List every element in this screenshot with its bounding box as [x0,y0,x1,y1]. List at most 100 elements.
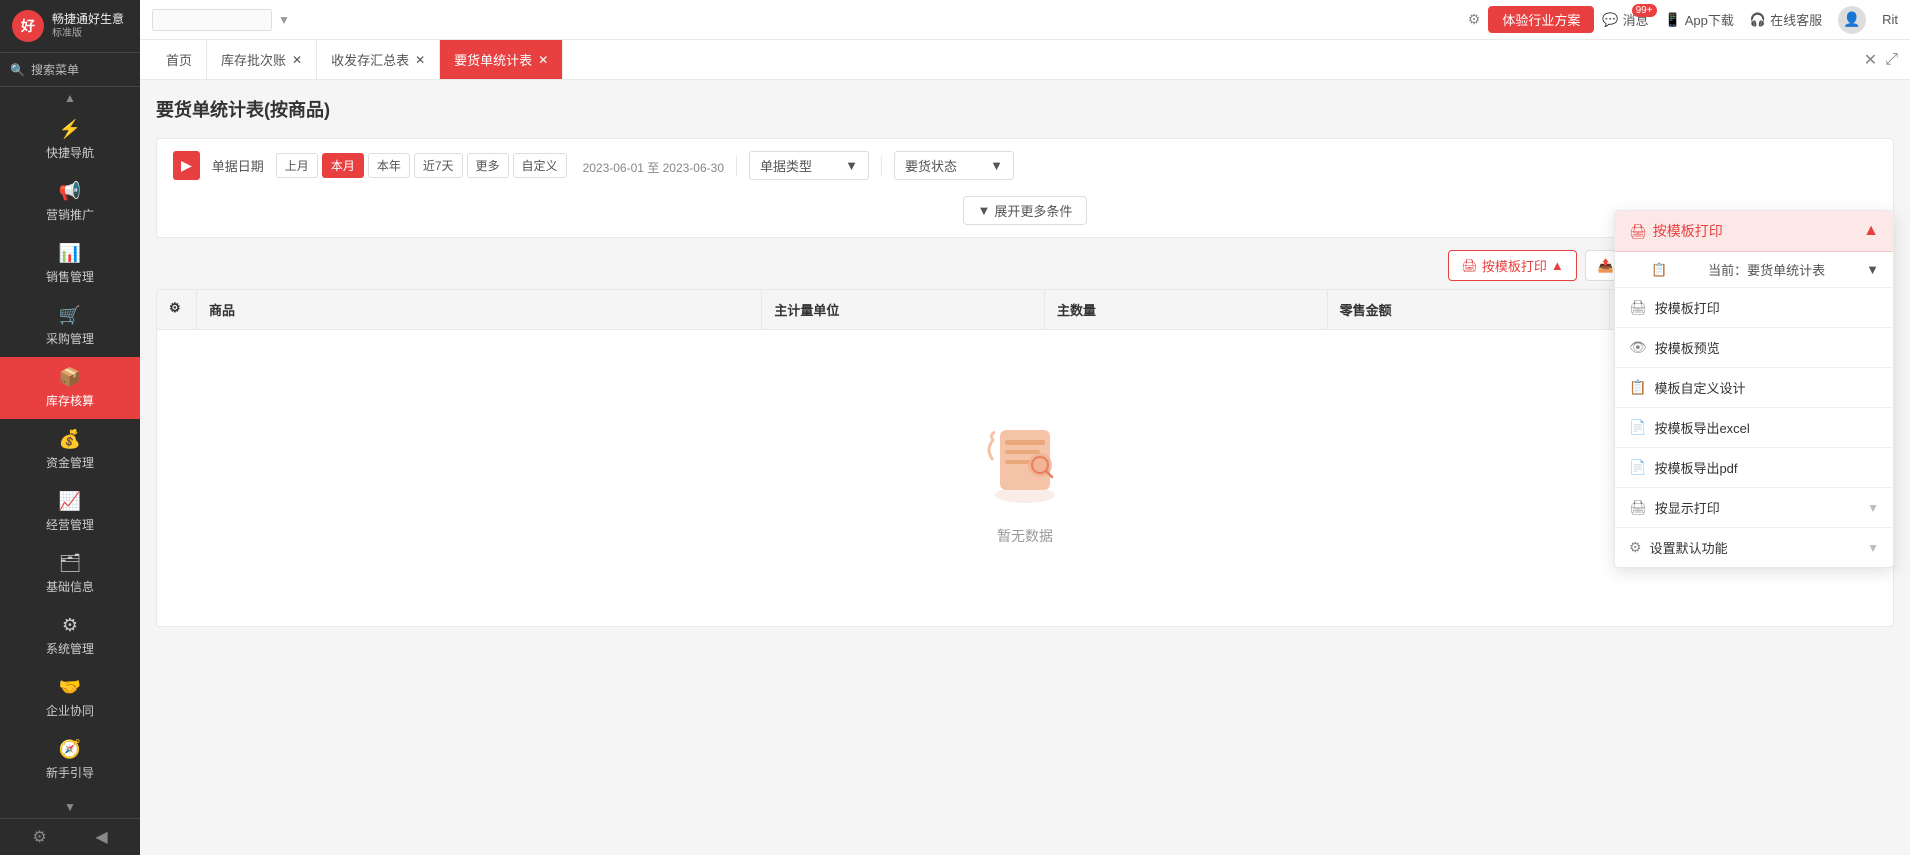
print-dropdown-panel: 🖨 按模板打印 ▲ 📋 当前：要货单统计表 ▼ 🖨 按模板打印 👁 [1614,210,1894,568]
message-icon: 💬 [1602,12,1618,28]
nav-icon-purchase: 🛒 [59,305,81,326]
print-dropdown-header: 🖨 按模板打印 ▲ [1615,211,1893,252]
sidebar-item-purchase[interactable]: 🛒采购管理 [0,295,140,357]
print-dropdown-close-btn[interactable]: ▲ [1863,222,1879,240]
sidebar: 好 畅捷通好生意 标准版 🔍 搜索菜单 ▲ ⚡快捷导航📢营销推广📊销售管理🛒采购… [0,0,140,855]
sidebar-item-finance[interactable]: 💰资金管理 [0,419,140,481]
print-item-icon-4: 📄 [1629,419,1646,436]
print-item-icon-2: 👁 [1629,339,1647,356]
breadcrumb-input[interactable] [152,9,272,31]
online-service-item[interactable]: 🎧 在线客服 [1750,10,1822,29]
sidebar-item-collab[interactable]: 🤝企业协同 [0,667,140,729]
nav-icon-marketing: 📢 [59,181,81,202]
col-retail-amount: 零售金额 [1328,290,1611,329]
set-default-arrow: ▼ [1867,541,1879,555]
settings-footer-icon[interactable]: ⚙ [32,827,46,847]
date-btn-more[interactable]: 更多 [467,153,509,178]
print-template-design-item[interactable]: 📋 模板自定义设计 [1615,368,1893,408]
sidebar-item-shortcut[interactable]: ⚡快捷导航 [0,109,140,171]
nav-icon-shortcut: ⚡ [59,119,81,140]
topbar-gear-icon[interactable]: ⚙ [1468,11,1481,28]
tab-batch[interactable]: 库存批次账 ✕ [207,40,317,79]
print-template-preview-item[interactable]: 👁 按模板预览 [1615,328,1893,368]
print-item-icon-1: 🖨 [1629,299,1647,316]
date-btn-7days[interactable]: 近7天 [414,153,463,178]
date-label: 单据日期 [212,156,264,175]
print-icon: 🖨 [1461,258,1478,274]
sidebar-item-inventory[interactable]: 📦库存核算 [0,357,140,419]
date-btn-this-year[interactable]: 本年 [368,153,410,178]
bill-type-select[interactable]: 单据类型 ▼ [749,151,869,180]
collapse-icon[interactable]: ◀ [95,827,107,847]
filter-row: ▶ 单据日期 上月 本月 本年 近7天 更多 自定义 2023-06-01 至 … [173,151,1877,180]
print-button[interactable]: 🖨 按模板打印 ▲ [1448,250,1576,281]
col-settings[interactable]: ⚙ [157,290,197,329]
bill-type-dropdown-icon: ▼ [845,158,858,173]
print-item-icon-7: ⚙ [1629,539,1642,556]
print-template-print-item[interactable]: 🖨 按模板打印 [1615,288,1893,328]
expand-more-btn[interactable]: ▼ 展开更多条件 [963,196,1088,225]
sidebar-scroll-down[interactable]: ▼ [0,796,140,818]
tabs-right-controls: ✕ ⤢ [1864,50,1898,70]
page-content: 要货单统计表(按商品) ▶ 单据日期 上月 本月 本年 近7天 更多 自定义 2… [140,80,1910,855]
col-unit: 主计量单位 [762,290,1045,329]
avatar[interactable]: 👤 [1838,6,1866,34]
expand-icon: ▼ [978,203,991,218]
print-dropdown-title: 🖨 按模板打印 [1629,221,1723,241]
print-set-default-item[interactable]: ⚙ 设置默认功能 ▼ [1615,528,1893,567]
order-status-dropdown-icon: ▼ [990,158,1003,173]
print-display-print-item[interactable]: 🖨 按显示打印 ▼ [1615,488,1893,528]
username: Rit [1882,12,1898,27]
nav-icon-system: ⚙ [62,615,78,636]
print-dropdown-title-icon: 🖨 [1629,223,1647,240]
sidebar-search[interactable]: 🔍 搜索菜单 [0,53,140,87]
sidebar-item-system[interactable]: ⚙系统管理 [0,605,140,667]
sidebar-item-guide[interactable]: 🧭新手引导 [0,729,140,791]
print-current-template[interactable]: 📋 当前：要货单统计表 ▼ [1615,252,1893,288]
date-btn-this-month[interactable]: 本月 [322,153,364,178]
tab-order-stats[interactable]: 要货单统计表 ✕ [440,40,563,79]
topbar-right: 💬 消息 99+ 📱 App下载 🎧 在线客服 👤 Rit [1602,6,1898,34]
tab-expand-icon[interactable]: ⤢ [1885,51,1898,69]
message-badge: 99+ [1632,4,1657,17]
sidebar-nav: ⚡快捷导航📢营销推广📊销售管理🛒采购管理📦库存核算💰资金管理📈经营管理🗂基础信息… [0,109,140,796]
nav-icon-guide: 🧭 [59,739,81,760]
print-template-export-excel-item[interactable]: 📄 按模板导出excel [1615,408,1893,448]
search-icon: 🔍 [10,63,25,77]
display-print-arrow: ▼ [1867,501,1879,515]
messages-item[interactable]: 💬 消息 99+ [1602,10,1648,29]
sidebar-item-operation[interactable]: 📈经营管理 [0,481,140,543]
sidebar-footer: ⚙ ◀ [0,818,140,855]
search-menu-button[interactable]: 🔍 搜索菜单 [10,61,130,78]
tab-close-all-icon[interactable]: ✕ [1864,50,1877,70]
date-buttons: 上月 本月 本年 近7天 更多 自定义 [276,153,567,178]
app-download-icon: 📱 [1665,12,1681,28]
main-area: ▼ ⚙ 体验行业方案 💬 消息 99+ 📱 App下载 🎧 在线客服 👤 Rit… [140,0,1910,855]
print-template-export-pdf-item[interactable]: 📄 按模板导出pdf [1615,448,1893,488]
tab-home[interactable]: 首页 [152,40,207,79]
sidebar-item-basic[interactable]: 🗂基础信息 [0,543,140,605]
tab-collection[interactable]: 收发存汇总表 ✕ [317,40,440,79]
nav-icon-operation: 📈 [59,491,81,512]
date-btn-last-month[interactable]: 上月 [276,153,318,178]
print-item-icon-6: 🖨 [1629,499,1647,516]
breadcrumb-dropdown-icon[interactable]: ▼ [278,13,290,27]
date-btn-custom[interactable]: 自定义 [513,153,567,178]
headset-icon: 🎧 [1750,12,1766,28]
print-item-icon-3: 📋 [1629,379,1646,396]
trial-industry-button[interactable]: 体验行业方案 [1488,6,1594,33]
filter-expand-icon[interactable]: ▶ [173,151,200,180]
tab-close-order-stats[interactable]: ✕ [538,53,548,67]
sidebar-item-sales[interactable]: 📊销售管理 [0,233,140,295]
print-template-current-icon: 📋 [1651,262,1667,278]
order-status-select[interactable]: 要货状态 ▼ [894,151,1014,180]
filter-divider2 [881,156,882,176]
tab-close-collection[interactable]: ✕ [415,53,425,67]
date-range: 2023-06-01 至 2023-06-30 [583,159,724,176]
empty-text: 暂无数据 [997,526,1053,546]
tab-close-batch[interactable]: ✕ [292,53,302,67]
sidebar-item-marketing[interactable]: 📢营销推广 [0,171,140,233]
empty-illustration [975,410,1075,510]
sidebar-scroll-up[interactable]: ▲ [0,87,140,109]
app-download-item[interactable]: 📱 App下载 [1665,10,1734,29]
